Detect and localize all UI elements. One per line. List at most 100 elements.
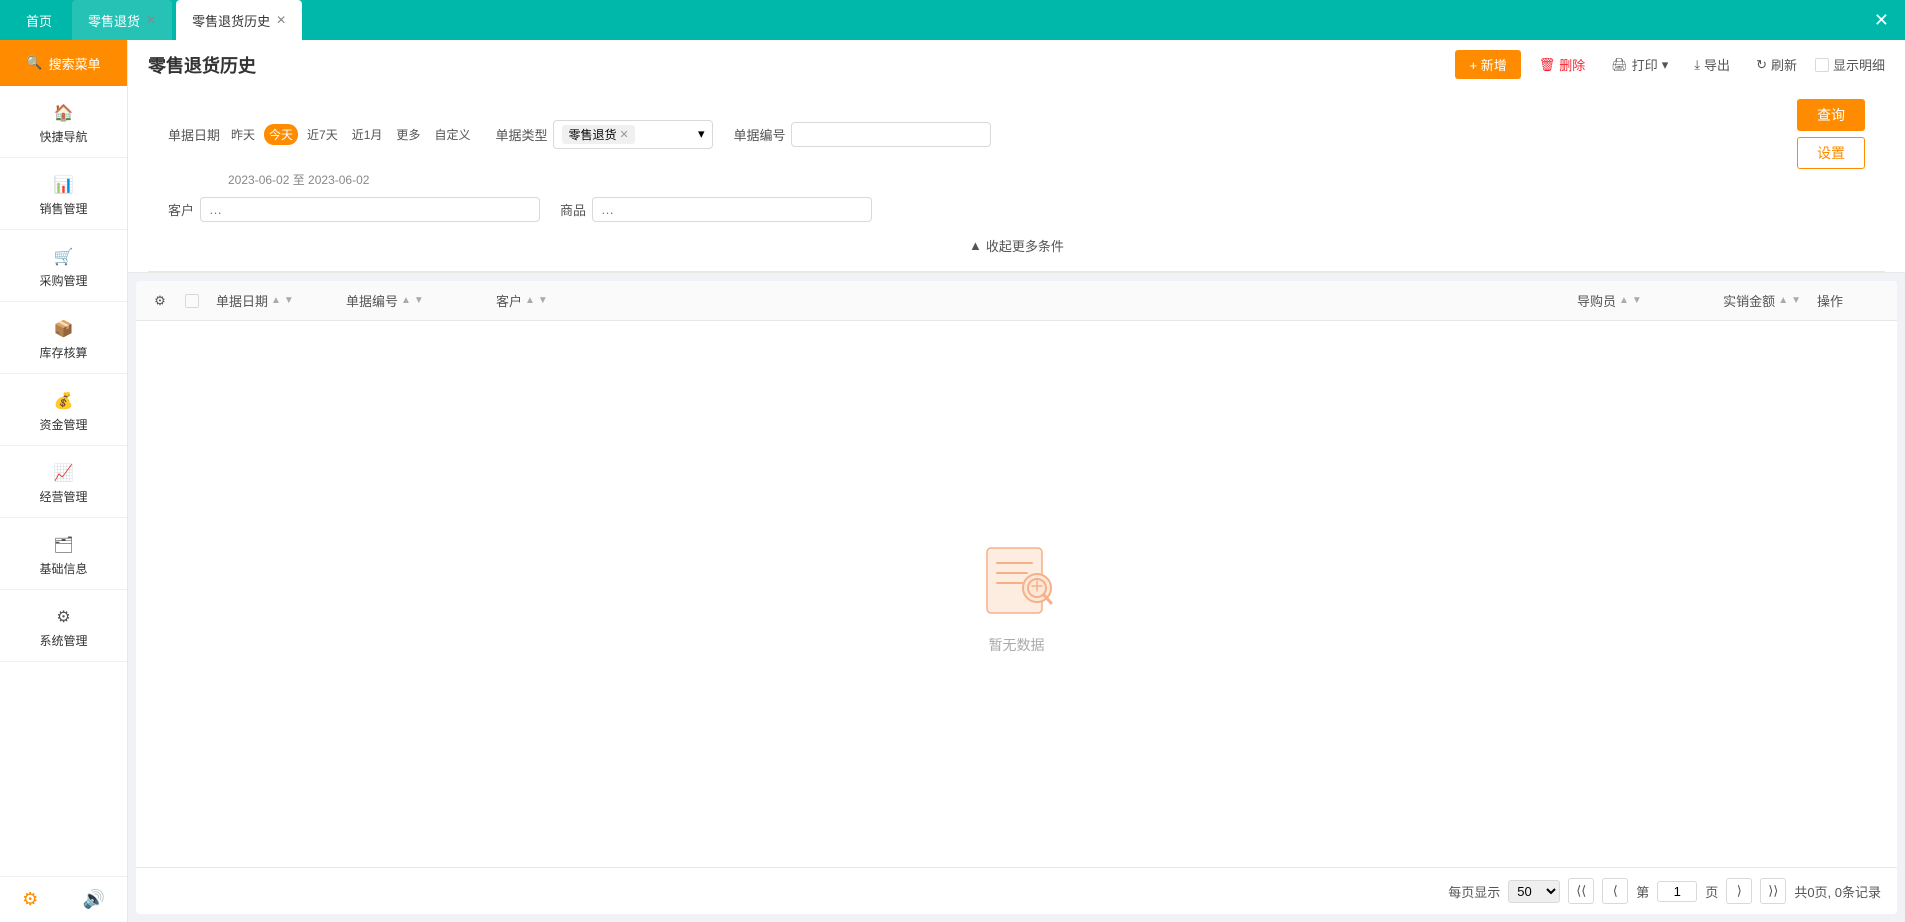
sidebar-item-purchase[interactable]: 🛒 采购管理 — [0, 230, 127, 302]
display-checkbox[interactable] — [1815, 58, 1829, 72]
goods-input[interactable] — [592, 197, 872, 222]
th-guide[interactable]: 导购员 ▲ ▼ — [1569, 291, 1689, 310]
filter-row-2: 客户 商品 — [168, 197, 1865, 222]
top-bar: 首页 零售退货 ✕ 零售退货历史 ✕ ✕ — [0, 0, 1905, 40]
total-label: 共0页, 0条记录 — [1794, 882, 1881, 901]
tab-home-label: 首页 — [26, 11, 52, 30]
th-checkbox[interactable] — [176, 294, 208, 308]
th-date-sort-desc: ▼ — [284, 295, 294, 306]
date-opt-1month[interactable]: 近1月 — [347, 124, 388, 145]
th-date[interactable]: 单据日期 ▲ ▼ — [208, 291, 338, 310]
sidebar-item-basic-info-label: 基础信息 — [39, 560, 87, 577]
empty-text: 暂无数据 — [989, 635, 1045, 655]
page-header: 零售退货历史 + 新增 🗑 删除 🖨 打印 ▾ ⤓ 导出 — [128, 40, 1905, 273]
tab-retail-return-close[interactable]: ✕ — [146, 13, 156, 27]
customer-input[interactable] — [200, 197, 540, 222]
tab-retail-return-history-label: 零售退货历史 — [192, 11, 270, 30]
th-amount-sort-asc: ▲ — [1778, 295, 1788, 306]
print-label: 打印 — [1632, 55, 1658, 74]
voucher-number-input[interactable] — [791, 122, 991, 147]
sidebar-item-operations[interactable]: 📈 经营管理 — [0, 446, 127, 518]
tab-retail-return[interactable]: 零售退货 ✕ — [72, 0, 172, 40]
tab-home[interactable]: 首页 — [10, 0, 68, 40]
th-amount[interactable]: 实销金额 ▲ ▼ — [1689, 291, 1809, 310]
sidebar-item-system[interactable]: ⚙ 系统管理 — [0, 590, 127, 662]
sidebar-item-finance-label: 资金管理 — [39, 416, 87, 433]
system-icon: ⚙ — [53, 606, 75, 628]
sidebar-item-finance[interactable]: 💰 资金管理 — [0, 374, 127, 446]
next-page-btn[interactable]: ⟩ — [1726, 878, 1752, 904]
voucher-type-tag-close[interactable]: ✕ — [619, 128, 628, 141]
basic-info-icon: 🗂 — [53, 534, 75, 556]
empty-state: 暂无数据 — [967, 533, 1067, 655]
voucher-type-filter: 单据类型 零售退货 ✕ ▾ — [495, 120, 713, 149]
tab-retail-return-history[interactable]: 零售退货历史 ✕ — [176, 0, 302, 40]
delete-button[interactable]: 🗑 删除 — [1531, 51, 1594, 78]
export-button[interactable]: ⤓ 导出 — [1686, 51, 1738, 78]
voucher-type-select[interactable]: 零售退货 ✕ ▾ — [553, 120, 713, 149]
delete-icon: 🗑 — [1539, 57, 1556, 73]
sidebar-item-purchase-label: 采购管理 — [39, 272, 87, 289]
query-button[interactable]: 查询 — [1797, 99, 1865, 131]
sidebar-search-label: 搜索菜单 — [49, 54, 101, 73]
th-guide-label: 导购员 — [1577, 291, 1616, 310]
date-filter: 单据日期 昨天 今天 近7天 近1月 更多 自定义 — [168, 124, 475, 145]
date-opt-today[interactable]: 今天 — [264, 124, 298, 145]
th-customer-sort-asc: ▲ — [525, 295, 535, 306]
operations-icon: 📈 — [53, 462, 75, 484]
last-page-btn[interactable]: ⟩⟩ — [1760, 878, 1786, 904]
date-opt-custom[interactable]: 自定义 — [429, 124, 475, 145]
sound-icon[interactable]: 🔊 — [82, 889, 104, 910]
voucher-number-filter: 单据编号 — [733, 122, 991, 147]
sidebar-item-quick-nav[interactable]: 🏠 快捷导航 — [0, 86, 127, 158]
sidebar-bottom: ⚙ 🔊 — [0, 876, 127, 922]
tab-retail-return-label: 零售退货 — [88, 11, 140, 30]
date-opt-more[interactable]: 更多 — [391, 124, 425, 145]
date-range-display: 2023-06-02 至 2023-06-02 — [228, 171, 1865, 189]
sidebar-item-inventory[interactable]: 📦 库存核算 — [0, 302, 127, 374]
page-suffix: 页 — [1705, 882, 1718, 901]
select-all-checkbox[interactable] — [185, 294, 199, 308]
table-body: 暂无数据 — [136, 321, 1897, 867]
date-options: 昨天 今天 近7天 近1月 更多 自定义 — [226, 124, 475, 145]
th-action: 操作 — [1809, 291, 1889, 310]
th-guide-sort-asc: ▲ — [1619, 295, 1629, 306]
settings-bottom-icon[interactable]: ⚙ — [22, 889, 38, 910]
date-opt-7days[interactable]: 近7天 — [302, 124, 343, 145]
tab-retail-return-history-close[interactable]: ✕ — [276, 13, 286, 27]
th-settings[interactable]: ⚙ — [144, 293, 176, 309]
page-input[interactable] — [1657, 881, 1697, 902]
new-button[interactable]: + 新增 — [1455, 50, 1520, 79]
toolbar: + 新增 🗑 删除 🖨 打印 ▾ ⤓ 导出 ↻ — [1455, 50, 1885, 79]
th-customer[interactable]: 客户 ▲ ▼ — [488, 291, 1569, 310]
filter-settings-button[interactable]: 设置 — [1797, 137, 1865, 169]
customer-label: 客户 — [168, 200, 194, 219]
voucher-type-tag: 零售退货 ✕ — [562, 125, 634, 144]
th-amount-label: 实销金额 — [1723, 291, 1775, 310]
sidebar-item-operations-label: 经营管理 — [39, 488, 87, 505]
sidebar: 🔍 搜索菜单 🏠 快捷导航 📊 销售管理 🛒 采购管理 📦 库存核算 💰 资金管… — [0, 40, 128, 922]
per-page-select[interactable]: 50 100 200 — [1508, 880, 1560, 903]
prev-page-btn[interactable]: ⟨ — [1602, 878, 1628, 904]
th-customer-sort-desc: ▼ — [538, 295, 548, 306]
th-action-label: 操作 — [1817, 291, 1843, 310]
print-button[interactable]: 🖨 打印 ▾ — [1603, 51, 1676, 78]
date-opt-yesterday[interactable]: 昨天 — [226, 124, 260, 145]
collapse-button[interactable]: ▲ 收起更多条件 — [957, 232, 1076, 259]
date-filter-label: 单据日期 — [168, 125, 220, 144]
th-number-sort-asc: ▲ — [401, 295, 411, 306]
tab-list: 首页 零售退货 ✕ 零售退货历史 ✕ — [10, 0, 1864, 40]
first-page-btn[interactable]: ⟨⟨ — [1568, 878, 1594, 904]
window-close-icon[interactable]: ✕ — [1874, 10, 1889, 31]
refresh-button[interactable]: ↻ 刷新 — [1748, 51, 1805, 78]
goods-filter: 商品 — [560, 197, 872, 222]
sidebar-item-basic-info[interactable]: 🗂 基础信息 — [0, 518, 127, 590]
finance-icon: 💰 — [53, 390, 75, 412]
sidebar-item-sales[interactable]: 📊 销售管理 — [0, 158, 127, 230]
collapse-label: 收起更多条件 — [986, 236, 1064, 255]
sidebar-search[interactable]: 🔍 搜索菜单 — [0, 40, 127, 86]
sidebar-item-inventory-label: 库存核算 — [39, 344, 87, 361]
per-page-label: 每页显示 — [1448, 882, 1500, 901]
collapse-row: ▲ 收起更多条件 — [168, 232, 1865, 259]
th-number[interactable]: 单据编号 ▲ ▼ — [338, 291, 488, 310]
